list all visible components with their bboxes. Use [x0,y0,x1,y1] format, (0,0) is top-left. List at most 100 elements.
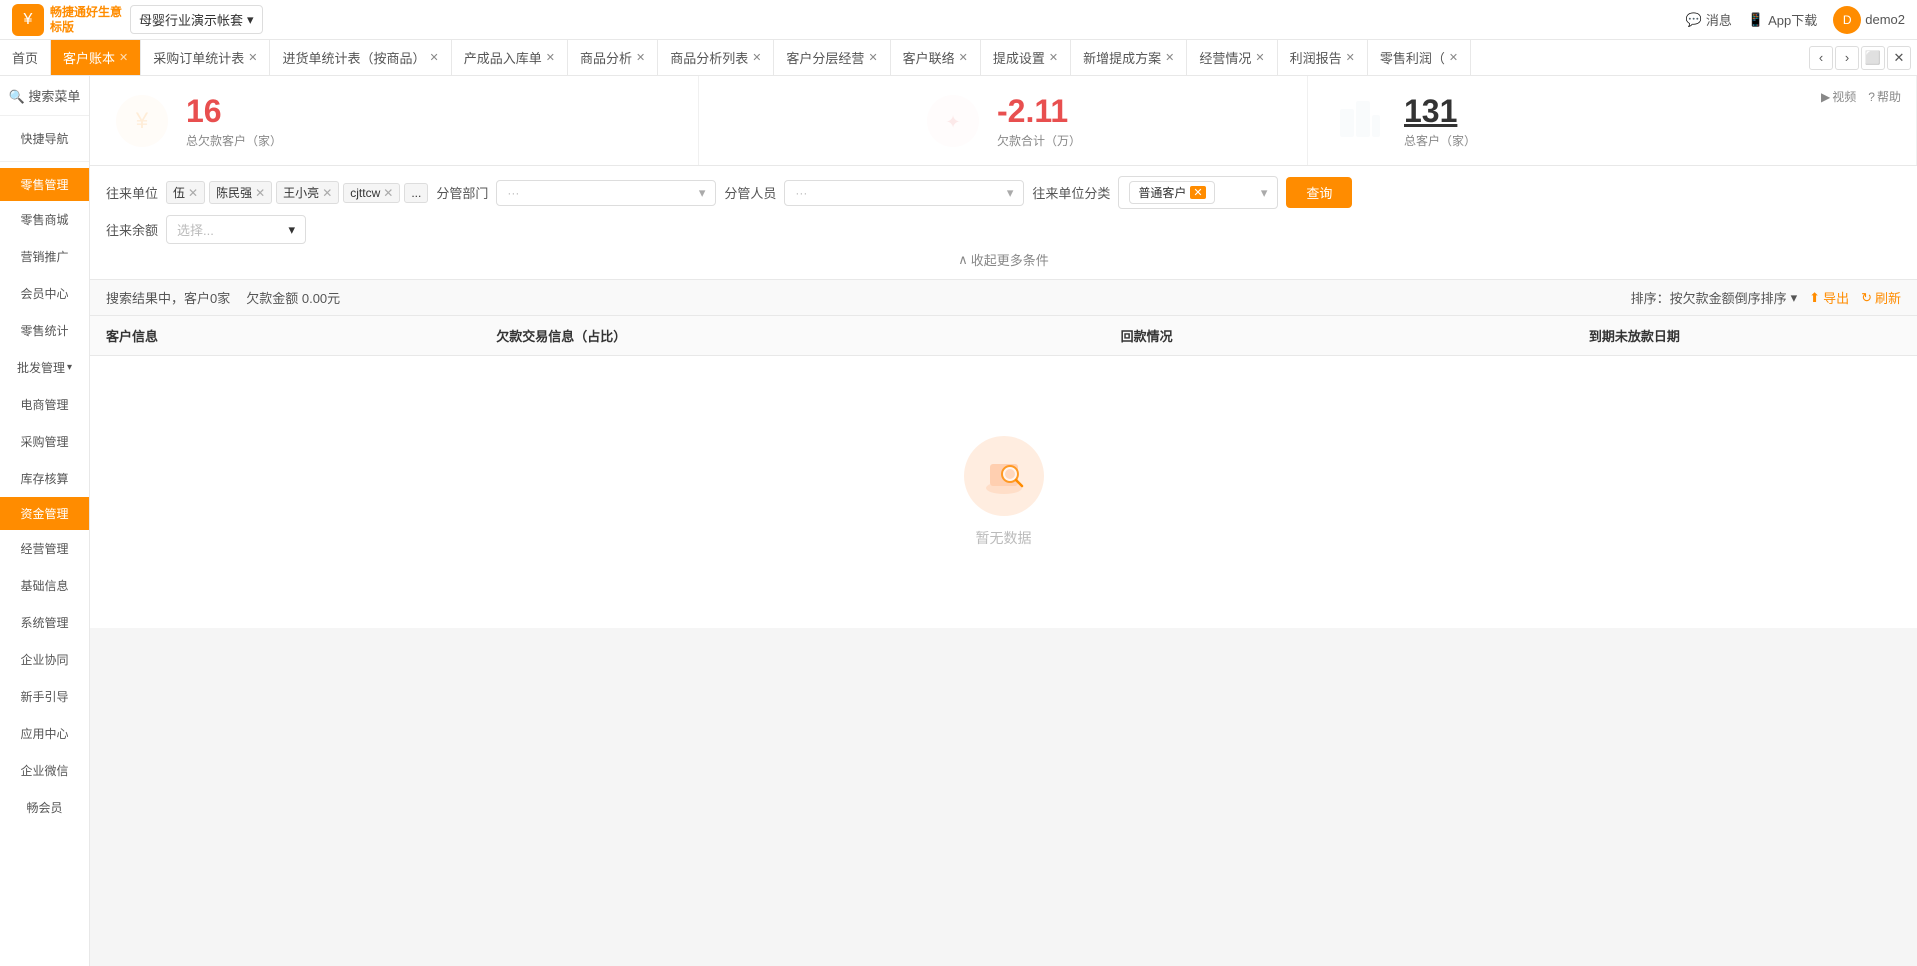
sidebar: 🔍 搜索菜单 快捷导航 零售管理 零售商城 营销推广 会员中心 零售统计 [0,76,90,966]
close-icon[interactable]: ✕ [1346,51,1355,64]
remove-tag-icon[interactable]: ✕ [255,186,265,200]
tab-goods-analysis-list[interactable]: 商品分析列表 ✕ [658,40,774,76]
sidebar-item-ecommerce[interactable]: 电商管理 [0,386,89,423]
unit-tag-more[interactable]: ... [404,183,428,203]
sidebar-item-retail[interactable]: 零售管理 [0,168,89,201]
unit-tag-3[interactable]: cjttcw ✕ [343,183,400,203]
tabs-controls: ‹ › ⬜ ✕ [1803,46,1917,70]
mobile-icon: 📱 [1748,12,1764,28]
result-actions: 排序：按欠款金额倒序排序 ▾ ⬆ 导出 ↻ 刷新 [1631,288,1901,307]
unit-type-select[interactable]: 普通客户 ✕ ▾ [1118,176,1278,209]
balance-input[interactable]: 选择... ▾ [166,215,306,244]
close-icon[interactable]: ✕ [752,51,761,64]
close-icon[interactable]: ✕ [546,51,555,64]
sidebar-item-purchase[interactable]: 采购管理 [0,423,89,460]
unit-tag-2[interactable]: 王小亮 ✕ [276,181,339,204]
remove-tag-icon[interactable]: ✕ [188,186,198,200]
collapse-button[interactable]: ∧ 收起更多条件 [958,250,1049,269]
app-download-btn[interactable]: 📱 App下载 [1748,10,1817,29]
close-icon[interactable]: ✕ [1255,51,1264,64]
close-icon[interactable]: ✕ [1449,51,1458,64]
unit-type-tag[interactable]: 普通客户 ✕ [1129,181,1214,204]
tab-profit-report[interactable]: 利润报告 ✕ [1278,40,1368,76]
remove-tag-icon[interactable]: ✕ [383,186,393,200]
sidebar-item-quick-nav[interactable]: 快捷导航 [0,122,89,155]
tab-home[interactable]: 首页 [0,40,51,76]
tab-operations[interactable]: 经营情况 ✕ [1187,40,1277,76]
result-bar: 搜索结果中，客户0家 欠款金额 0.00元 排序：按欠款金额倒序排序 ▾ ⬆ 导… [90,280,1917,316]
person-select[interactable]: ··· ▾ [784,180,1024,206]
tab-goods-analysis[interactable]: 商品分析 ✕ [568,40,658,76]
sort-select[interactable]: 排序：按欠款金额倒序排序 ▾ [1631,288,1798,307]
video-btn[interactable]: ▶ 视频 [1821,88,1856,105]
top-bar-right: 💬 消息 📱 App下载 D demo2 [1686,6,1905,34]
dept-label: 分管部门 [436,183,488,202]
sidebar-item-member[interactable]: 会员中心 [0,275,89,312]
tabs-scroll-right[interactable]: › [1835,46,1859,70]
tab-retail-profit[interactable]: 零售利润（ ✕ [1368,40,1471,76]
sidebar-item-retail-stats[interactable]: 零售统计 [0,312,89,349]
unit-tag-0[interactable]: 伍 ✕ [166,181,205,204]
tabs-close-all[interactable]: ✕ [1887,46,1911,70]
message-btn[interactable]: 💬 消息 [1686,10,1732,29]
close-icon[interactable]: ✕ [248,51,257,64]
close-icon[interactable]: ✕ [119,51,128,64]
sidebar-item-enterprise[interactable]: 企业协同 [0,641,89,678]
logo-icon: ¥ [12,4,44,36]
stat-info-1: 16 总欠款客户（家） [186,93,282,149]
avatar: D [1833,6,1861,34]
sidebar-item-basic-info[interactable]: 基础信息 [0,567,89,604]
tab-accounts-receivable[interactable]: 客户账本 ✕ [51,40,141,76]
tab-promotion-settings[interactable]: 提成设置 ✕ [981,40,1071,76]
unit-tag-1[interactable]: 陈民强 ✕ [209,181,272,204]
user-menu[interactable]: D demo2 [1833,6,1905,34]
tabs-maximize[interactable]: ⬜ [1861,46,1885,70]
company-select[interactable]: 母婴行业演示帐套 ▾ [130,5,263,34]
sidebar-item-wholesale[interactable]: 批发管理 ▾ [0,349,89,386]
logo-text: 畅捷通好生意 标版 [50,5,122,34]
stat-info-2: -2.11 欠款合计（万） [997,93,1081,149]
close-icon[interactable]: ✕ [430,51,439,64]
close-icon[interactable]: ✕ [868,51,877,64]
tabs-scroll-left[interactable]: ‹ [1809,46,1833,70]
refresh-button[interactable]: ↻ 刷新 [1861,288,1901,307]
main-layout: 🔍 搜索菜单 快捷导航 零售管理 零售商城 营销推广 会员中心 零售统计 [0,76,1917,966]
sidebar-item-finance[interactable]: 资金管理 [0,497,89,530]
stat-value-2: -2.11 [997,93,1081,130]
sidebar-item-operations-mgmt[interactable]: 经营管理 [0,530,89,567]
help-btn[interactable]: ? 帮助 [1868,88,1901,105]
close-icon[interactable]: ✕ [636,51,645,64]
empty-text: 暂无数据 [976,528,1032,548]
export-button[interactable]: ⬆ 导出 [1809,288,1849,307]
sidebar-item-vip-member[interactable]: 畅会员 [0,789,89,826]
tab-customer-connect[interactable]: 客户联络 ✕ [891,40,981,76]
query-button[interactable]: 查询 [1286,177,1352,208]
sidebar-item-system[interactable]: 系统管理 [0,604,89,641]
top-bar-left: ¥ 畅捷通好生意 标版 母婴行业演示帐套 ▾ [12,4,263,36]
tab-new-promotion[interactable]: 新增提成方案 ✕ [1071,40,1187,76]
sidebar-item-app-center[interactable]: 应用中心 [0,715,89,752]
sidebar-item-inventory[interactable]: 库存核算 [0,460,89,497]
close-icon[interactable]: ✕ [1165,51,1174,64]
tab-purchase-order-stats[interactable]: 采购订单统计表 ✕ [141,40,270,76]
sidebar-item-enterprise-wechat[interactable]: 企业微信 [0,752,89,789]
tab-customer-tier[interactable]: 客户分层经营 ✕ [774,40,890,76]
empty-icon [964,436,1044,516]
remove-tag-icon[interactable]: ✕ [322,186,332,200]
sidebar-item-newbie[interactable]: 新手引导 [0,678,89,715]
sidebar-item-retail-mall[interactable]: 零售商城 [0,201,89,238]
sidebar-search[interactable]: 🔍 搜索菜单 [0,76,89,116]
tab-production-stock[interactable]: 产成品入库单 ✕ [452,40,568,76]
unit-type-label: 往来单位分类 [1032,183,1110,202]
close-icon[interactable]: ✕ [1049,51,1058,64]
col-header-payment: 回款情况 [1121,326,1589,345]
close-icon[interactable]: ✕ [959,51,968,64]
dept-select[interactable]: ··· ▾ [496,180,716,206]
remove-tag-icon[interactable]: ✕ [1190,186,1205,199]
tab-stock-stats[interactable]: 进货单统计表（按商品） ✕ [270,40,451,76]
balance-label: 往来余额 [106,220,158,239]
logo-area: ¥ 畅捷通好生意 标版 [12,4,122,36]
sidebar-item-marketing[interactable]: 营销推广 [0,238,89,275]
chevron-down-icon: ▾ [699,185,706,201]
sidebar-group: 零售管理 零售商城 营销推广 会员中心 零售统计 批发管理 ▾ 电商管理 采 [0,162,89,832]
